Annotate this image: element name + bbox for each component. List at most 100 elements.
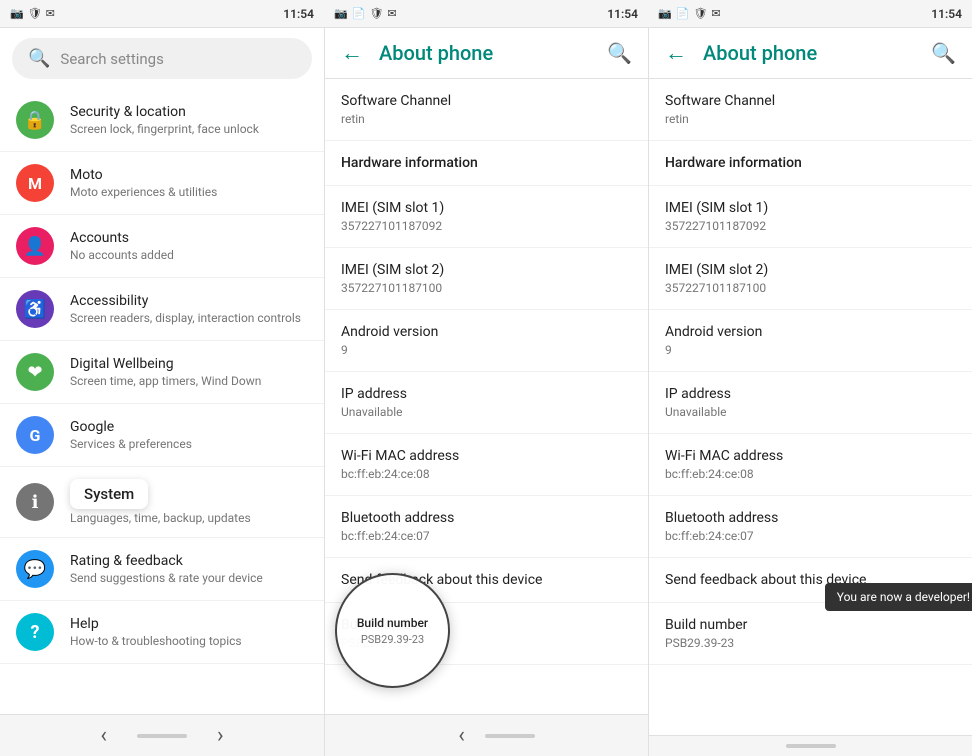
main-content: 🔍 Search settings 🔒 Security & location … (0, 28, 972, 756)
status-middle: 📷 📄 🛡 ✉ 11:54 (324, 7, 648, 21)
moto-subtitle: Moto experiences & utilities (70, 185, 308, 199)
status-left-icons: 📷 🛡 ✉ (10, 7, 55, 20)
list-section-header: Hardware information (649, 141, 972, 186)
sidebar-item-system[interactable]: ℹ System Languages, time, backup, update… (0, 467, 324, 538)
shield-icon: 🛡 (28, 7, 42, 20)
list-item[interactable]: Bluetooth address bc:ff:eb:24:ce:07 (649, 496, 972, 558)
list-item[interactable]: Android version 9 (325, 310, 648, 372)
item-value: 9 (665, 343, 956, 357)
panel2-nav-pill (786, 744, 836, 748)
list-item[interactable]: IMEI (SIM slot 2) 357227101187100 (649, 248, 972, 310)
panel2-back-button[interactable]: ← (665, 40, 687, 66)
settings-list: 🔒 Security & location Screen lock, finge… (0, 89, 324, 714)
search-bar[interactable]: 🔍 Search settings (12, 38, 312, 79)
system-icon: ℹ (16, 483, 54, 521)
search-icon: 🔍 (28, 48, 50, 69)
list-item[interactable]: IMEI (SIM slot 2) 357227101187100 (325, 248, 648, 310)
circle-title: Build number (351, 616, 434, 630)
item-value: 357227101187092 (341, 219, 632, 233)
camera-icon-right: 📷 (658, 7, 672, 20)
list-section-header: Hardware information (325, 141, 648, 186)
panel1-nav-back[interactable]: ‹ (438, 723, 485, 748)
panel2-search-button[interactable]: 🔍 (931, 41, 956, 65)
sidebar-item-accounts[interactable]: 👤 Accounts No accounts added (0, 215, 324, 278)
nav-right-icon[interactable]: › (187, 723, 254, 748)
build-number-item-2[interactable]: Build number PSB29.39-23 You are now a d… (649, 603, 972, 665)
rating-text: Rating & feedback Send suggestions & rat… (70, 553, 308, 585)
shield-icon-right: 🛡 (693, 7, 707, 20)
message-icon: ✉ (46, 7, 55, 20)
search-placeholder: Search settings (60, 50, 163, 68)
list-item[interactable]: Wi-Fi MAC address bc:ff:eb:24:ce:08 (325, 434, 648, 496)
list-item[interactable]: IP address Unavailable (325, 372, 648, 434)
item-title: Software Channel (665, 93, 956, 109)
system-subtitle: Languages, time, backup, updates (70, 511, 308, 525)
security-text: Security & location Screen lock, fingerp… (70, 104, 308, 136)
build-number-title-2: Build number (665, 617, 956, 633)
item-title: Android version (341, 324, 632, 340)
panel1-nav-pill (485, 734, 535, 738)
section-title: Hardware information (665, 155, 956, 171)
item-title: Wi-Fi MAC address (665, 448, 956, 464)
item-title: Bluetooth address (665, 510, 956, 526)
item-value: retin (665, 112, 956, 126)
sidebar-item-accessibility[interactable]: ♿ Accessibility Screen readers, display,… (0, 278, 324, 341)
google-title: Google (70, 419, 308, 435)
accessibility-subtitle: Screen readers, display, interaction con… (70, 311, 308, 325)
camera-icon-mid: 📷 (334, 7, 348, 20)
list-item[interactable]: IMEI (SIM slot 1) 357227101187092 (649, 186, 972, 248)
list-item[interactable]: Software Channel retin (325, 79, 648, 141)
help-text: Help How-to & troubleshooting topics (70, 616, 308, 648)
panel2-title: About phone (703, 41, 915, 65)
doc-icon-right: 📄 (676, 7, 690, 20)
security-icon: 🔒 (16, 101, 54, 139)
item-value: 357227101187100 (341, 281, 632, 295)
section-title: Hardware information (341, 155, 632, 171)
item-title: Bluetooth address (341, 510, 632, 526)
system-title: System (70, 479, 308, 509)
status-bar: 📷 🛡 ✉ 11:54 📷 📄 🛡 ✉ 11:54 📷 📄 🛡 ✉ 11:54 (0, 0, 972, 28)
sidebar-item-digital-wellbeing[interactable]: ❤ Digital Wellbeing Screen time, app tim… (0, 341, 324, 404)
build-number-item[interactable]: Build number PSB29.39-23 Build number PS… (325, 603, 648, 665)
item-value: 9 (341, 343, 632, 357)
item-title: IMEI (SIM slot 1) (341, 200, 632, 216)
help-icon: ? (16, 613, 54, 651)
item-title: IP address (341, 386, 632, 402)
accessibility-text: Accessibility Screen readers, display, i… (70, 293, 308, 325)
sidebar-item-rating[interactable]: 💬 Rating & feedback Send suggestions & r… (0, 538, 324, 601)
sidebar-item-google[interactable]: G Google Services & preferences (0, 404, 324, 467)
accounts-icon: 👤 (16, 227, 54, 265)
list-item[interactable]: Wi-Fi MAC address bc:ff:eb:24:ce:08 (649, 434, 972, 496)
list-item[interactable]: Software Channel retin (649, 79, 972, 141)
sidebar-item-moto[interactable]: M Moto Moto experiences & utilities (0, 152, 324, 215)
rating-subtitle: Send suggestions & rate your device (70, 571, 308, 585)
item-value: 357227101187092 (665, 219, 956, 233)
panels-right: ← About phone 🔍 Software Channel retin H… (325, 28, 972, 756)
item-title: Software Channel (341, 93, 632, 109)
panel1-search-button[interactable]: 🔍 (607, 41, 632, 65)
list-item[interactable]: IMEI (SIM slot 1) 357227101187092 (325, 186, 648, 248)
status-right-icons: 📷 📄 🛡 ✉ (658, 7, 721, 20)
panel1-title: About phone (379, 41, 591, 65)
google-icon: G (16, 416, 54, 454)
security-subtitle: Screen lock, fingerprint, face unlock (70, 122, 308, 136)
google-text: Google Services & preferences (70, 419, 308, 451)
list-item[interactable]: Android version 9 (649, 310, 972, 372)
nav-left-icon[interactable]: ‹ (70, 723, 137, 748)
list-item[interactable]: Bluetooth address bc:ff:eb:24:ce:07 (325, 496, 648, 558)
item-value: bc:ff:eb:24:ce:08 (341, 467, 632, 481)
help-title: Help (70, 616, 308, 632)
panel1-back-button[interactable]: ← (341, 40, 363, 66)
accounts-text: Accounts No accounts added (70, 230, 308, 262)
list-item[interactable]: IP address Unavailable (649, 372, 972, 434)
sidebar-item-help[interactable]: ? Help How-to & troubleshooting topics (0, 601, 324, 664)
build-number-value-2: PSB29.39-23 (665, 636, 956, 650)
camera-icon: 📷 (10, 7, 24, 20)
sidebar-item-security[interactable]: 🔒 Security & location Screen lock, finge… (0, 89, 324, 152)
system-tooltip: System (70, 479, 148, 509)
doc-icon-mid: 📄 (352, 7, 366, 20)
panel2-header: ← About phone 🔍 (649, 28, 972, 79)
item-title: IMEI (SIM slot 2) (665, 262, 956, 278)
status-left: 📷 🛡 ✉ 11:54 (0, 7, 324, 21)
status-time-mid: 11:54 (607, 7, 638, 21)
